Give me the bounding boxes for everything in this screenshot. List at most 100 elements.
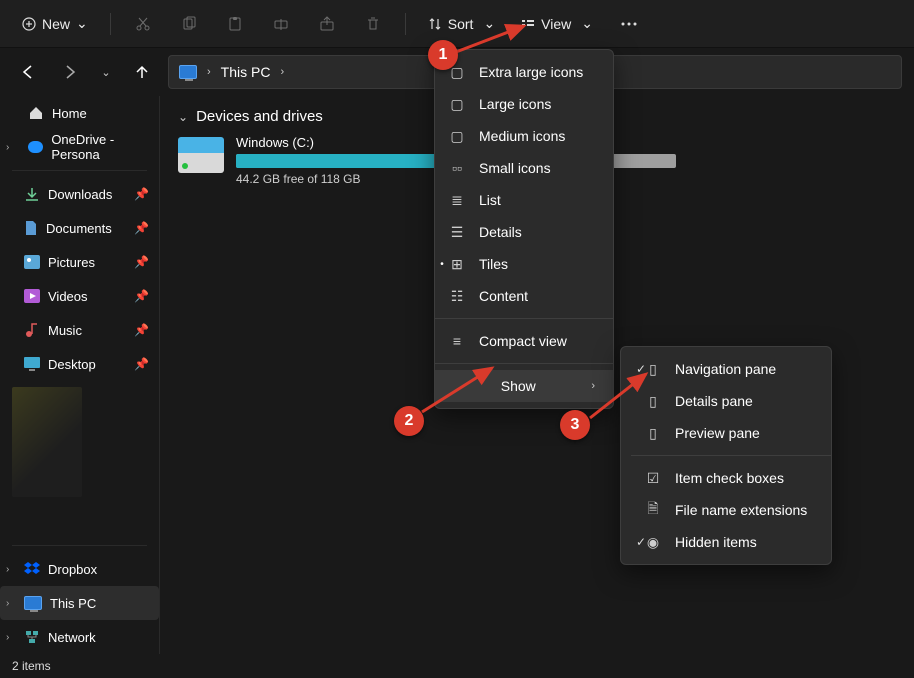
toolbar-divider (110, 13, 111, 35)
paste-button[interactable] (215, 6, 255, 42)
expander-icon[interactable]: › (6, 632, 9, 643)
layout-content-icon: ☷ (449, 288, 465, 305)
new-button[interactable]: New ⌄ (12, 10, 98, 37)
menu-item-tiles[interactable]: • ⊞ Tiles (435, 248, 613, 280)
menu-item-label: List (479, 192, 501, 208)
sidebar-item-videos[interactable]: Videos 📌 (0, 279, 159, 313)
pin-icon: 📌 (134, 255, 149, 269)
menu-item-label: Content (479, 288, 528, 304)
layout-list-icon: ≣ (449, 192, 465, 209)
menu-divider (435, 363, 613, 364)
breadcrumb-chevron-icon: › (205, 66, 213, 78)
layout-lg-icon: ▢ (449, 96, 465, 113)
sidebar-item-this-pc[interactable]: › This PC (0, 586, 159, 620)
recent-locations-button[interactable]: ⌄ (96, 56, 116, 88)
sidebar-item-onedrive[interactable]: › OneDrive - Persona (0, 130, 159, 164)
pc-icon (24, 596, 42, 610)
breadcrumb-location[interactable]: This PC (221, 64, 271, 80)
cloud-icon (28, 141, 43, 153)
back-button[interactable] (12, 56, 44, 88)
pin-icon: 📌 (134, 289, 149, 303)
menu-item-hidden-items[interactable]: ✓ ◉ Hidden items (631, 526, 831, 558)
menu-item-show[interactable]: Show › (435, 370, 613, 402)
layout-details-icon: ☰ (449, 224, 465, 241)
sidebar-recent-thumbnail[interactable] (12, 387, 82, 497)
menu-item-label: Extra large icons (479, 64, 583, 80)
sort-button[interactable]: Sort ⌄ (418, 6, 505, 42)
cut-button[interactable] (123, 6, 163, 42)
file-icon: 🗎 (645, 498, 661, 522)
menu-item-list[interactable]: ≣ List (435, 184, 613, 216)
menu-divider (435, 318, 613, 319)
navigation-pane: Home › OneDrive - Persona Downloads 📌 Do… (0, 96, 160, 654)
chevron-down-icon: ⌄ (178, 110, 188, 124)
menu-item-medium-icons[interactable]: ▢ Medium icons (435, 120, 613, 152)
delete-button[interactable] (353, 6, 393, 42)
paste-icon (227, 16, 243, 32)
menu-item-label: Show (501, 378, 536, 394)
menu-item-navigation-pane[interactable]: ✓ ▯ Navigation pane (631, 353, 831, 385)
sidebar-item-home[interactable]: Home (0, 96, 159, 130)
menu-item-compact-view[interactable]: ≡ Compact view (435, 325, 613, 357)
menu-item-label: Large icons (479, 96, 551, 112)
sidebar-item-label: OneDrive - Persona (51, 132, 149, 162)
copy-button[interactable] (169, 6, 209, 42)
menu-item-label: Hidden items (675, 534, 757, 550)
sort-icon (428, 17, 442, 31)
annotation-badge-3: 3 (560, 410, 590, 440)
menu-divider (631, 455, 831, 456)
pin-icon: 📌 (134, 187, 149, 201)
more-button[interactable] (609, 6, 649, 42)
annotation-badge-1: 1 (428, 40, 458, 70)
menu-item-preview-pane[interactable]: ▯ Preview pane (631, 417, 831, 449)
chevron-down-icon: ⌄ (76, 15, 88, 32)
pane-preview-icon: ▯ (645, 425, 661, 442)
chevron-down-icon: ⌄ (101, 66, 110, 79)
share-button[interactable] (307, 6, 347, 42)
menu-item-small-icons[interactable]: ▫▫ Small icons (435, 152, 613, 184)
sidebar-item-network[interactable]: › Network (0, 620, 159, 654)
view-label: View (541, 16, 571, 32)
menu-item-label: Preview pane (675, 425, 760, 441)
drive-icon (178, 137, 224, 173)
view-button[interactable]: View ⌄ (511, 6, 603, 42)
sort-label: Sort (448, 16, 474, 32)
sidebar-divider (12, 170, 147, 171)
compact-icon: ≡ (449, 333, 465, 349)
show-submenu: ✓ ▯ Navigation pane ▯ Details pane ▯ Pre… (620, 346, 832, 565)
chevron-right-icon: › (591, 380, 595, 392)
pc-icon (179, 65, 197, 79)
menu-item-details[interactable]: ☰ Details (435, 216, 613, 248)
cut-icon (135, 16, 151, 32)
sidebar-item-downloads[interactable]: Downloads 📌 (0, 177, 159, 211)
menu-item-check-boxes[interactable]: ☑ Item check boxes (631, 462, 831, 494)
menu-item-content[interactable]: ☷ Content (435, 280, 613, 312)
forward-button[interactable] (54, 56, 86, 88)
sidebar-item-pictures[interactable]: Pictures 📌 (0, 245, 159, 279)
menu-item-file-extensions[interactable]: 🗎 File name extensions (631, 494, 831, 526)
copy-icon (181, 16, 197, 32)
rename-button[interactable] (261, 6, 301, 42)
expander-icon[interactable]: › (6, 564, 9, 575)
status-bar: 2 items (0, 654, 914, 678)
up-button[interactable] (126, 56, 158, 88)
delete-icon (365, 16, 381, 32)
expander-icon[interactable]: › (6, 598, 9, 609)
downloads-icon (24, 186, 40, 202)
menu-item-large-icons[interactable]: ▢ Large icons (435, 88, 613, 120)
command-toolbar: New ⌄ Sort ⌄ View ⌄ (0, 0, 914, 48)
sidebar-item-label: Network (48, 630, 96, 645)
sidebar-item-label: Documents (46, 221, 112, 236)
pin-icon: 📌 (134, 357, 149, 371)
menu-item-details-pane[interactable]: ▯ Details pane (631, 385, 831, 417)
sidebar-item-music[interactable]: Music 📌 (0, 313, 159, 347)
sidebar-item-dropbox[interactable]: › Dropbox (0, 552, 159, 586)
menu-item-extra-large-icons[interactable]: ▢ Extra large icons (435, 56, 613, 88)
more-icon (621, 22, 637, 26)
expander-icon[interactable]: › (6, 142, 9, 153)
menu-item-label: Details pane (675, 393, 753, 409)
sidebar-item-desktop[interactable]: Desktop 📌 (0, 347, 159, 381)
sidebar-item-label: Music (48, 323, 82, 338)
sidebar-item-documents[interactable]: Documents 📌 (0, 211, 159, 245)
annotation-badge-2: 2 (394, 406, 424, 436)
